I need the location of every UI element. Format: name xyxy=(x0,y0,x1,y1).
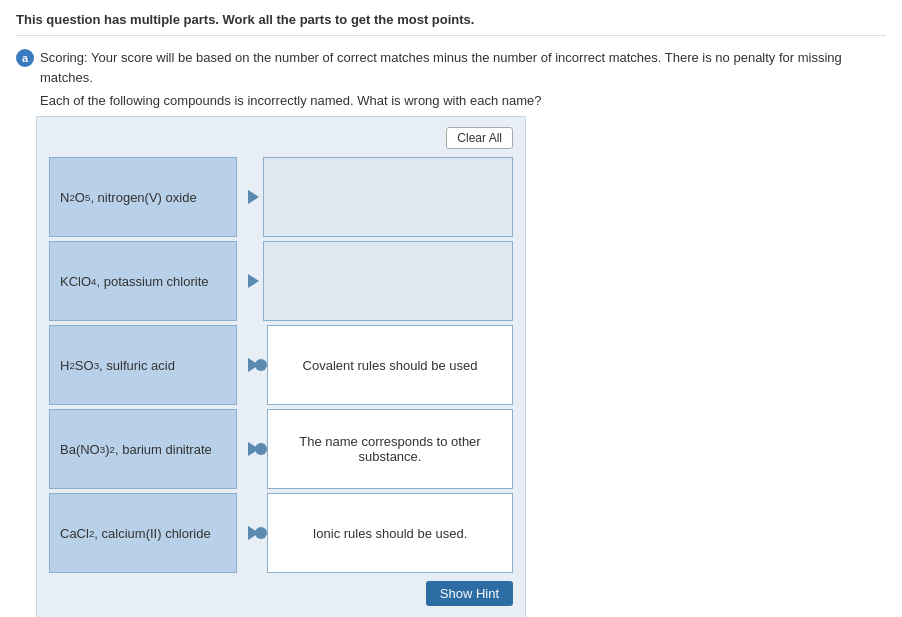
question-prompt: Each of the following compounds is incor… xyxy=(40,93,886,108)
target-item-2[interactable] xyxy=(263,241,513,321)
arrow-kclo4 xyxy=(237,274,259,288)
top-notice: This question has multiple parts. Work a… xyxy=(16,12,886,36)
target-item-3[interactable]: Covalent rules should be used xyxy=(267,325,513,405)
source-row-h2so3[interactable]: H2SO3, sulfuric acid xyxy=(49,325,259,405)
source-item-n2o5[interactable]: N2O5, nitrogen(V) oxide xyxy=(49,157,237,237)
source-row-cacl2[interactable]: CaCl2, calcium(II) chloride xyxy=(49,493,259,573)
match-container: Clear All N2O5, nitrogen(V) oxide KClO xyxy=(36,116,526,617)
target-row-5[interactable]: Ionic rules should be used. xyxy=(263,493,513,573)
source-row-bano3[interactable]: Ba(NO3)2, barium dinitrate xyxy=(49,409,259,489)
source-item-cacl2[interactable]: CaCl2, calcium(II) chloride xyxy=(49,493,237,573)
target-item-5[interactable]: Ionic rules should be used. xyxy=(267,493,513,573)
source-row-n2o5[interactable]: N2O5, nitrogen(V) oxide xyxy=(49,157,259,237)
dot-connector-3 xyxy=(255,359,267,371)
target-row-4[interactable]: The name corresponds to other substance. xyxy=(263,409,513,489)
target-item-1[interactable] xyxy=(263,157,513,237)
match-area: N2O5, nitrogen(V) oxide KClO4, potassium… xyxy=(49,157,513,575)
source-item-kclo4[interactable]: KClO4, potassium chlorite xyxy=(49,241,237,321)
target-row-2[interactable] xyxy=(263,241,513,321)
arrow-n2o5 xyxy=(237,190,259,204)
target-row-3[interactable]: Covalent rules should be used xyxy=(263,325,513,405)
source-row-kclo4[interactable]: KClO4, potassium chlorite xyxy=(49,241,259,321)
target-item-4[interactable]: The name corresponds to other substance. xyxy=(267,409,513,489)
badge-a: a xyxy=(16,49,34,67)
scoring-text: Scoring: Your score will be based on the… xyxy=(40,48,886,87)
source-item-bano3[interactable]: Ba(NO3)2, barium dinitrate xyxy=(49,409,237,489)
dot-connector-5 xyxy=(255,527,267,539)
source-item-h2so3[interactable]: H2SO3, sulfuric acid xyxy=(49,325,237,405)
dot-connector-4 xyxy=(255,443,267,455)
clear-all-button[interactable]: Clear All xyxy=(446,127,513,149)
target-row-1[interactable] xyxy=(263,157,513,237)
show-hint-button[interactable]: Show Hint xyxy=(426,581,513,606)
